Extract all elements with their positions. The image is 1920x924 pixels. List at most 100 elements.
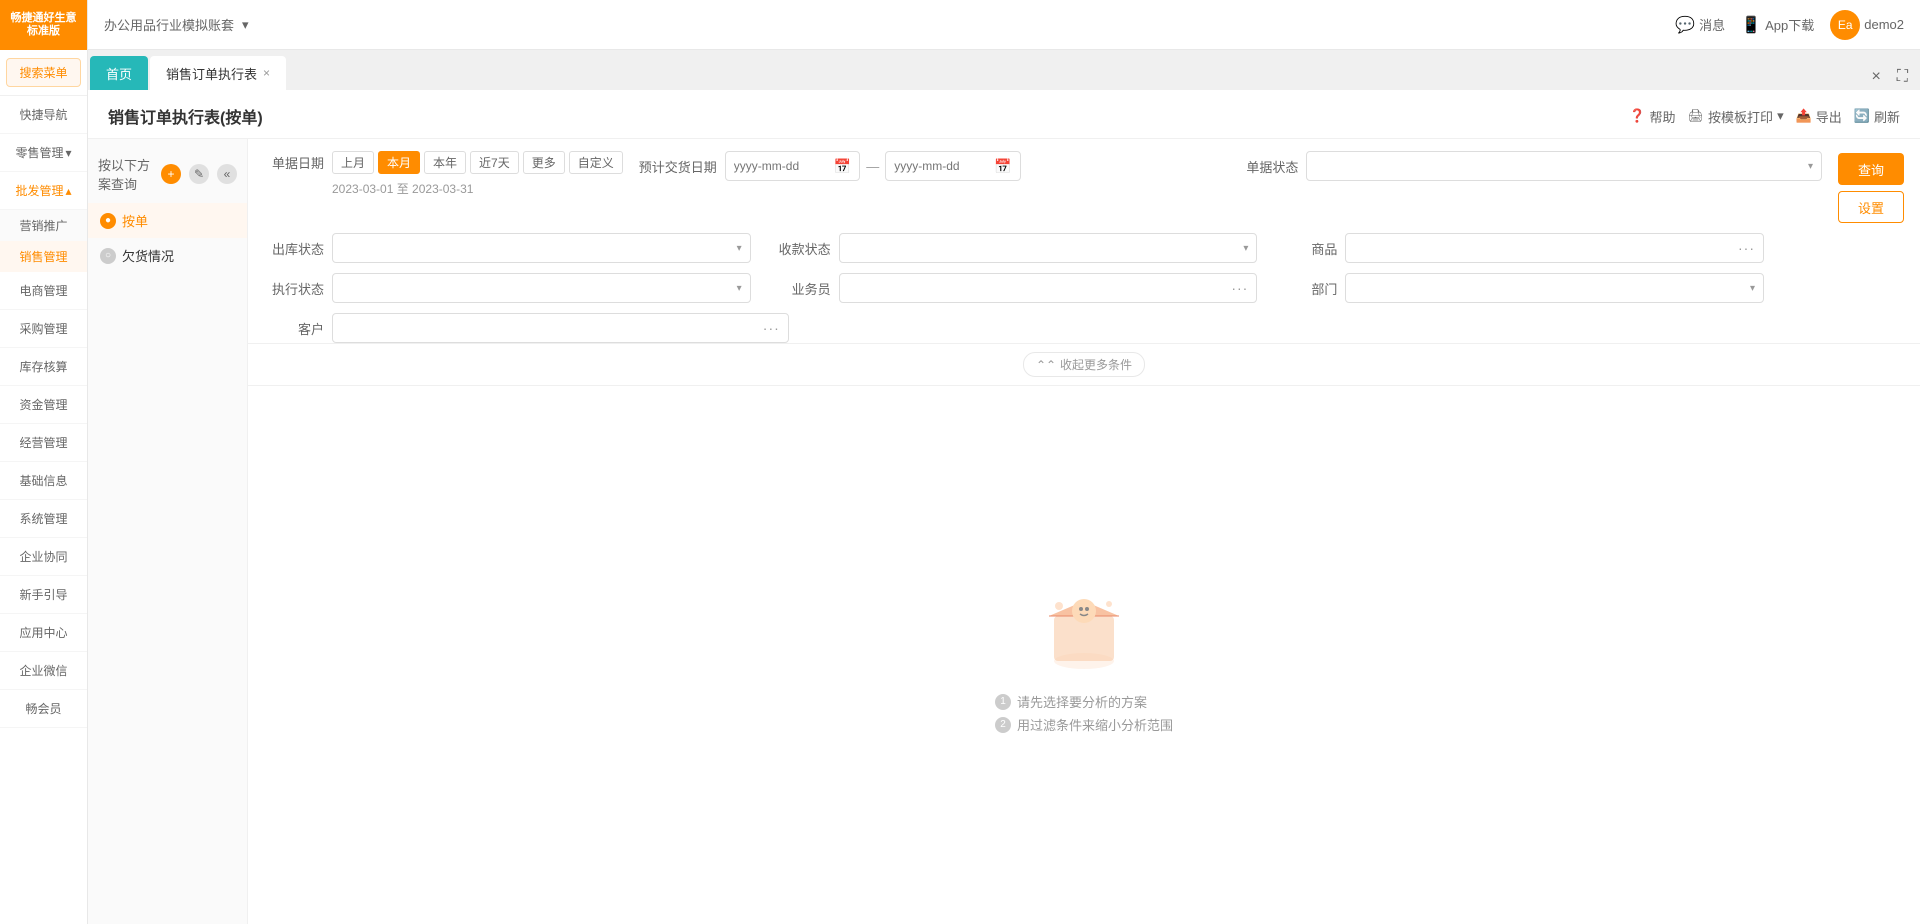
app-download-button[interactable]: 📱 App下载 (1741, 15, 1814, 35)
query-button[interactable]: 查询 (1838, 153, 1904, 185)
salesperson-input[interactable]: ··· (839, 273, 1258, 303)
query-buttons: 查询 设置 (1838, 151, 1904, 223)
sidebar-item-sales[interactable]: 销售管理 (0, 241, 87, 272)
marketing-label: 营销推广 (19, 219, 67, 233)
prev-month-btn[interactable]: 上月 (332, 151, 374, 174)
empty-state-hints: 1 请先选择要分析的方案 2 用过滤条件来缩小分析范围 (995, 692, 1173, 734)
custom-btn[interactable]: 自定义 (569, 151, 623, 174)
more-btn[interactable]: 更多 (523, 151, 565, 174)
refresh-icon: 🔄 (1854, 108, 1870, 124)
message-button[interactable]: 💬 消息 (1675, 15, 1725, 35)
edit-scheme-button[interactable]: ✎ (189, 164, 209, 184)
goods-input[interactable]: ··· (1345, 233, 1764, 263)
sidebar-item-system[interactable]: 系统管理 (0, 500, 87, 538)
topbar-right: 💬 消息 📱 App下载 Ea demo2 (1675, 10, 1904, 40)
user-profile[interactable]: Ea demo2 (1830, 10, 1904, 40)
system-label: 系统管理 (19, 512, 67, 526)
add-scheme-button[interactable]: + (161, 164, 181, 184)
expected-date-end-input[interactable] (894, 159, 994, 173)
expected-date-start-input[interactable] (734, 159, 834, 173)
scheme-item-backorder[interactable]: ○ 欠货情况 (88, 238, 247, 273)
sidebar-item-quick-nav[interactable]: 快捷导航 (0, 96, 87, 134)
exec-select[interactable]: ▾ (332, 273, 751, 303)
customer-input[interactable]: ··· (332, 313, 789, 343)
tab-sales-order[interactable]: 销售订单执行表 × (150, 56, 286, 90)
sidebar-item-wechat[interactable]: 企业微信 (0, 652, 87, 690)
message-icon: 💬 (1675, 15, 1695, 35)
curr-year-btn[interactable]: 本年 (424, 151, 466, 174)
window-expand-button[interactable]: ⛶ (1893, 64, 1912, 90)
sidebar-item-collab[interactable]: 企业协同 (0, 538, 87, 576)
payment-chevron-icon: ▾ (1243, 243, 1248, 254)
scheme-label-order: 按单 (122, 211, 148, 230)
print-button[interactable]: 🖨 按模板打印 ▾ (1688, 107, 1784, 126)
help-button[interactable]: ❓ 帮助 (1629, 107, 1675, 126)
sidebar-item-retail[interactable]: 零售管理 ▾ (0, 134, 87, 172)
sidebar-item-operations[interactable]: 经营管理 (0, 424, 87, 462)
export-icon: 📤 (1796, 108, 1812, 124)
window-close-button[interactable]: × (1867, 64, 1884, 90)
salesperson-dots-icon: ··· (1231, 280, 1248, 296)
refresh-label: 刷新 (1874, 107, 1900, 126)
collapse-section: ⌃⌃ 收起更多条件 (248, 343, 1920, 385)
logo-subtext: 标准版 (27, 25, 60, 38)
ecommerce-label: 电商管理 (19, 284, 67, 298)
expected-date-start[interactable]: 📅 (725, 151, 860, 181)
delivery-select[interactable]: ▾ (332, 233, 751, 263)
sidebar-item-marketing[interactable]: 营销推广 (0, 210, 87, 241)
expected-date-inputs: 📅 — 📅 (725, 151, 1021, 181)
hint-text-1: 请先选择要分析的方案 (1017, 692, 1147, 711)
refresh-button[interactable]: 🔄 刷新 (1854, 107, 1900, 126)
page-body: 按以下方案查询 + ✎ « ● 按单 ○ 欠货情况 (88, 139, 1920, 924)
delivery-chevron-icon: ▾ (737, 243, 742, 254)
sidebar-item-inventory[interactable]: 库存核算 (0, 348, 87, 386)
left-panel-header: 按以下方案查询 + ✎ « (88, 149, 247, 203)
inventory-label: 库存核算 (19, 360, 67, 374)
collapse-panel-button[interactable]: « (217, 164, 237, 184)
help-icon: ❓ (1629, 108, 1645, 124)
sidebar-item-basic-info[interactable]: 基础信息 (0, 462, 87, 500)
export-label: 导出 (1816, 107, 1842, 126)
sidebar-item-app-center[interactable]: 应用中心 (0, 614, 87, 652)
seven-days-btn[interactable]: 近7天 (470, 151, 519, 174)
sidebar-item-wholesale[interactable]: 批发管理 ▴ (0, 172, 87, 210)
sidebar-item-guide[interactable]: 新手引导 (0, 576, 87, 614)
print-arrow-icon: ▾ (1777, 108, 1784, 124)
finance-label: 资金管理 (19, 398, 67, 412)
message-label: 消息 (1699, 15, 1725, 34)
settings-button[interactable]: 设置 (1838, 191, 1904, 223)
dept-chevron-icon: ▾ (1750, 283, 1755, 294)
collapse-more-button[interactable]: ⌃⌃ 收起更多条件 (1023, 352, 1145, 377)
avatar: Ea (1830, 10, 1860, 40)
dept-label: 部门 (1277, 279, 1337, 298)
wholesale-arrow-icon: ▴ (65, 184, 71, 198)
page-title: 销售订单执行表(按单) (108, 104, 263, 128)
sidebar-item-member[interactable]: 畅会员 (0, 690, 87, 728)
help-label: 帮助 (1650, 107, 1676, 126)
dept-select[interactable]: ▾ (1345, 273, 1764, 303)
sidebar-item-ecommerce[interactable]: 电商管理 (0, 272, 87, 310)
empty-state: 1 请先选择要分析的方案 2 用过滤条件来缩小分析范围 (248, 386, 1920, 924)
breadcrumb-arrow-icon[interactable]: ▾ (242, 17, 249, 33)
sidebar-item-purchase[interactable]: 采购管理 (0, 310, 87, 348)
tab-home[interactable]: 首页 (90, 56, 148, 90)
dept-filter: 部门 ▾ (1277, 273, 1764, 303)
expected-date-end[interactable]: 📅 (885, 151, 1020, 181)
payment-select[interactable]: ▾ (839, 233, 1258, 263)
sidebar-item-finance[interactable]: 资金管理 (0, 386, 87, 424)
app-download-label: App下载 (1765, 15, 1814, 34)
goods-dots-icon: ··· (1738, 240, 1755, 256)
payment-label: 收款状态 (771, 239, 831, 258)
filter-row-3: 执行状态 ▾ 业务员 ··· (248, 263, 1920, 303)
search-menu-button[interactable]: 搜索菜单 (6, 58, 81, 87)
tab-close-icon[interactable]: × (263, 66, 270, 80)
status-select[interactable]: ▾ (1306, 151, 1822, 181)
logo-text: 畅捷通好生意 (11, 12, 77, 25)
export-button[interactable]: 📤 导出 (1796, 107, 1842, 126)
scheme-item-by-order[interactable]: ● 按单 (88, 203, 247, 238)
filter-section: 单据日期 上月 本月 本年 近7天 更多 自定义 2023 (248, 139, 1920, 386)
date-range-display: 2023-03-01 至 2023-03-31 (264, 180, 623, 197)
goods-filter: 商品 ··· (1277, 233, 1764, 263)
curr-month-btn[interactable]: 本月 (378, 151, 420, 174)
date-row-top: 单据日期 上月 本月 本年 近7天 更多 自定义 (264, 151, 623, 174)
